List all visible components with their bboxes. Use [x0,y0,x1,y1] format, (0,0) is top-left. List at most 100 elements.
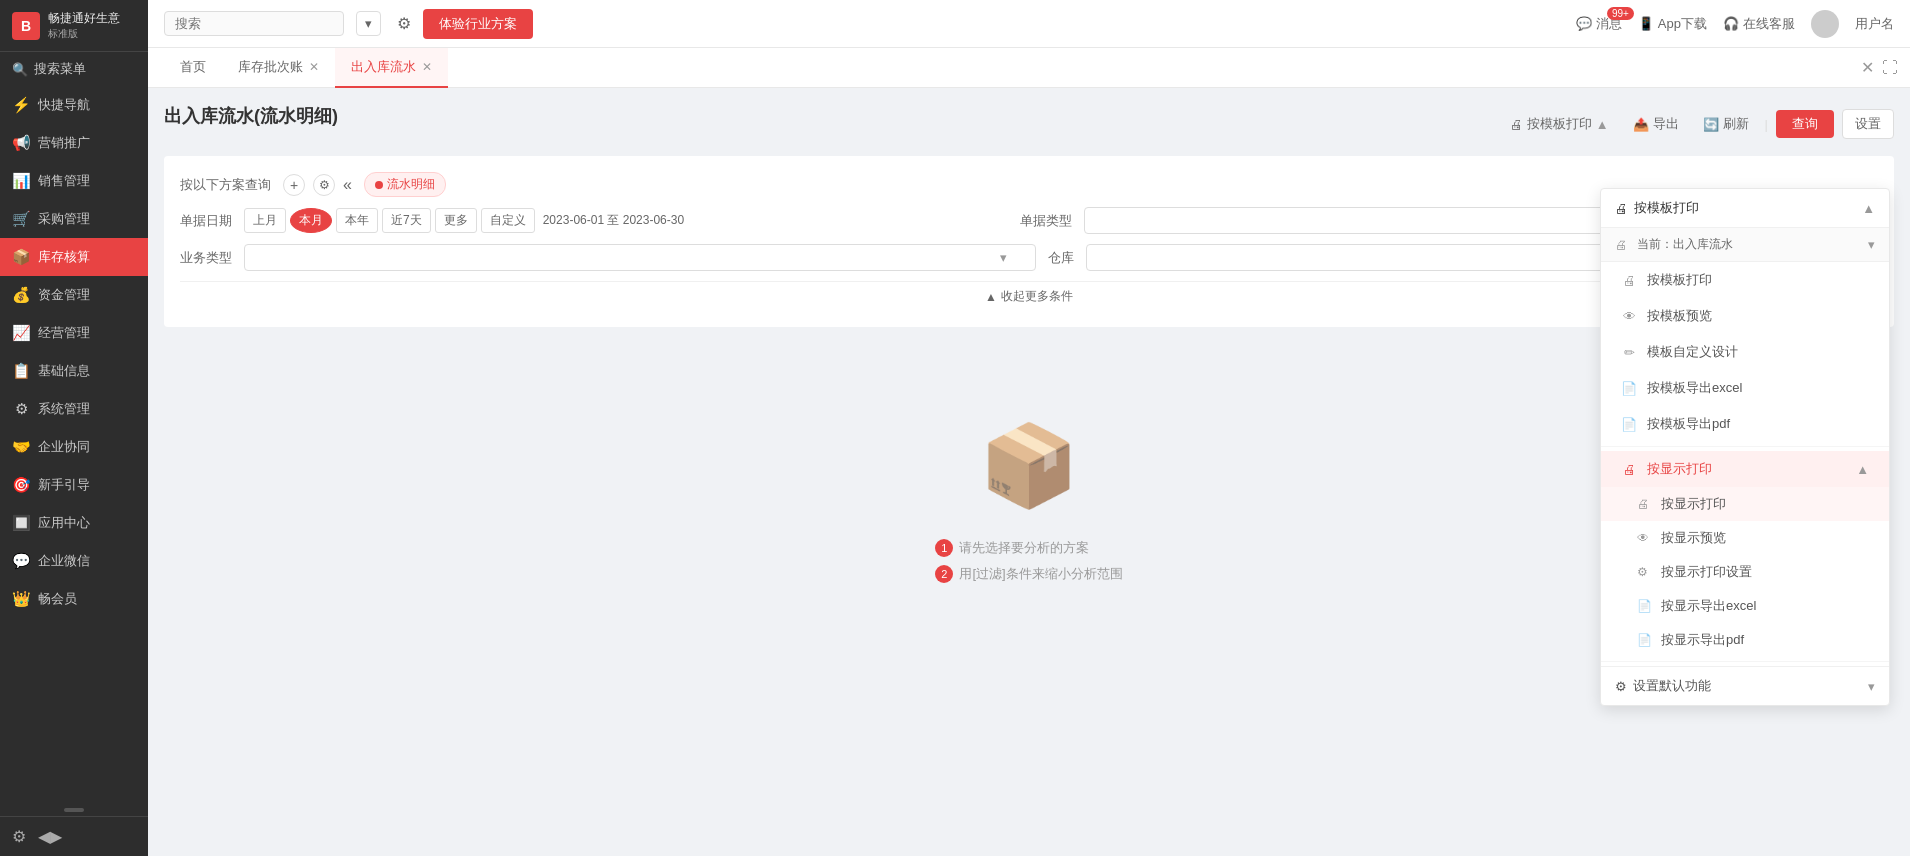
tab-inventory-batch[interactable]: 库存批次账 ✕ [222,48,335,88]
date-btn-last-month[interactable]: 上月 [244,208,286,233]
operations-icon: 📈 [12,324,30,342]
sidebar-item-member[interactable]: 👑 畅会员 [0,580,148,618]
search-menu[interactable]: 🔍 搜索菜单 [0,52,148,86]
print-header-icon: 🖨 [1615,201,1628,216]
settings-button[interactable]: 设置 [1842,109,1894,139]
active-filter-tag[interactable]: 流水明细 [364,172,446,197]
sidebar-item-quick-nav[interactable]: ⚡ 快捷导航 [0,86,148,124]
collapse-sidebar-icon[interactable]: ◀▶ [38,827,62,846]
dropdown-display-print-settings[interactable]: ⚙ 按显示打印设置 [1601,555,1889,589]
dropdown-current-template[interactable]: 🖨 当前：出入库流水 ▾ [1601,228,1889,262]
date-btn-more[interactable]: 更多 [435,208,477,233]
dropdown-template-print[interactable]: 🖨 按模板打印 [1601,262,1889,298]
quick-nav-icon: ⚡ [12,96,30,114]
tab-close-inventory-batch[interactable]: ✕ [309,60,319,74]
footer-settings-icon: ⚙ [1615,679,1627,694]
content-toolbar: 🖨 按模板打印 ▲ 📤 导出 🔄 刷新 | 查询 设置 [1502,109,1894,139]
message-btn[interactable]: 💬 消息 99+ [1576,15,1622,33]
print-template-button[interactable]: 🖨 按模板打印 ▲ [1502,111,1617,137]
date-range-display: 2023-06-01 至 2023-06-30 [543,212,684,229]
sidebar-item-sales[interactable]: 📊 销售管理 [0,162,148,200]
display-preview-icon: 👁 [1637,531,1651,545]
marketing-icon: 📢 [12,134,30,152]
business-type-select[interactable]: ▾ [244,244,1036,271]
finance-icon: 💰 [12,286,30,304]
sidebar-item-operations[interactable]: 📈 经营管理 [0,314,148,352]
topbar-right: 💬 消息 99+ 📱 App下载 🎧 在线客服 用户名 [1576,10,1894,38]
dropdown-display-export-pdf[interactable]: 📄 按显示导出pdf [1601,623,1889,657]
app-download-btn[interactable]: 📱 App下载 [1638,15,1707,33]
date-btn-custom[interactable]: 自定义 [481,208,535,233]
message-badge: 99+ [1607,7,1634,20]
message-icon: 💬 [1576,16,1592,31]
close-window-icon[interactable]: ✕ [1861,58,1874,77]
sidebar: B 畅捷通好生意 标准版 🔍 搜索菜单 ⚡ 快捷导航 📢 营销推广 📊 销售管理… [0,0,148,856]
dropdown-chevron-up[interactable]: ▲ [1862,201,1875,216]
dropdown-header: 🖨 按模板打印 ▲ [1601,189,1889,228]
dropdown-footer-arrow: ▾ [1868,679,1875,694]
empty-hint-1: 1 请先选择要分析的方案 [935,535,1122,561]
username-label: 用户名 [1855,15,1894,33]
sidebar-item-finance[interactable]: 💰 资金管理 [0,276,148,314]
sidebar-item-system[interactable]: ⚙ 系统管理 [0,390,148,428]
filter-settings-button[interactable]: ⚙ [313,174,335,196]
display-pdf-icon: 📄 [1637,633,1651,647]
dropdown-display-preview[interactable]: 👁 按显示预览 [1601,521,1889,555]
sidebar-item-purchase[interactable]: 🛒 采购管理 [0,200,148,238]
date-filter: 上月 本月 本年 近7天 更多 自定义 2023-06-01 至 2023-06… [244,208,1008,233]
chevron-up-icon: ▲ [985,290,997,304]
template-print-icon: 🖨 [1621,272,1637,288]
dropdown-btn[interactable]: ▾ [356,11,381,36]
sidebar-item-guide[interactable]: 🎯 新手引导 [0,466,148,504]
search-input[interactable] [164,11,344,36]
dropdown-display-export-excel[interactable]: 📄 按显示导出excel [1601,589,1889,623]
empty-hint-2: 2 用[过滤]条件来缩小分析范围 [935,561,1122,587]
dropdown-footer[interactable]: ⚙ 设置默认功能 ▾ [1601,666,1889,705]
gear-icon[interactable]: ⚙ [397,14,411,33]
industry-plan-button[interactable]: 体验行业方案 [423,9,533,39]
settings-icon[interactable]: ⚙ [12,827,26,846]
export-button[interactable]: 📤 导出 [1625,111,1687,137]
avatar[interactable] [1811,10,1839,38]
sidebar-item-inventory[interactable]: 📦 库存核算 [0,238,148,276]
business-type-chevron-down: ▾ [1000,250,1007,265]
empty-illustration: 📦 [979,419,1079,519]
date-btn-7days[interactable]: 近7天 [382,208,431,233]
maximize-icon[interactable]: ⛶ [1882,59,1898,77]
dropdown-divider-2 [1601,661,1889,662]
dropdown-template-export-pdf[interactable]: 📄 按模板导出pdf [1601,406,1889,442]
app-logo-text: 畅捷通好生意 标准版 [48,10,120,41]
online-service-btn[interactable]: 🎧 在线客服 [1723,15,1795,33]
date-btn-this-month[interactable]: 本月 [290,208,332,233]
dropdown-display-print[interactable]: 🖨 按显示打印 [1601,487,1889,521]
dropdown-template-customize[interactable]: ✏ 模板自定义设计 [1601,334,1889,370]
tab-inventory-flow[interactable]: 出入库流水 ✕ [335,48,448,88]
display-excel-icon: 📄 [1637,599,1651,613]
display-section-icon: 🖨 [1621,461,1637,477]
refresh-icon: 🔄 [1703,117,1719,132]
tab-close-inventory-flow[interactable]: ✕ [422,60,432,74]
refresh-button[interactable]: 🔄 刷新 [1695,111,1757,137]
sidebar-item-collab[interactable]: 🤝 企业协同 [0,428,148,466]
query-button[interactable]: 查询 [1776,110,1834,138]
filter-add-button[interactable]: + [283,174,305,196]
main-area: ▾ ⚙ 体验行业方案 💬 消息 99+ 📱 App下载 🎧 在线客服 用户名 首… [148,0,1910,856]
bill-type-label: 单据类型 [1020,212,1072,230]
filter-collapse-button[interactable]: « [343,176,352,194]
dropdown-display-print-section[interactable]: 🖨 按显示打印 ▲ [1601,451,1889,487]
collab-icon: 🤝 [12,438,30,456]
topbar: ▾ ⚙ 体验行业方案 💬 消息 99+ 📱 App下载 🎧 在线客服 用户名 [148,0,1910,48]
dropdown-arrow-icon: ▾ [365,16,372,31]
dropdown-template-preview[interactable]: 👁 按模板预览 [1601,298,1889,334]
dropdown-template-export-excel[interactable]: 📄 按模板导出excel [1601,370,1889,406]
filter-section-label: 按以下方案查询 [180,176,271,194]
sidebar-item-basic[interactable]: 📋 基础信息 [0,352,148,390]
date-btn-this-year[interactable]: 本年 [336,208,378,233]
sidebar-item-marketing[interactable]: 📢 营销推广 [0,124,148,162]
member-icon: 👑 [12,590,30,608]
sidebar-item-enterprise-wx[interactable]: 💬 企业微信 [0,542,148,580]
print-dropdown-panel: 🖨 按模板打印 ▲ 🖨 当前：出入库流水 ▾ 🖨 按模板打印 👁 按模板预览 [1600,188,1890,706]
sidebar-item-app-center[interactable]: 🔲 应用中心 [0,504,148,542]
inventory-icon: 📦 [12,248,30,266]
tab-home[interactable]: 首页 [164,48,222,88]
